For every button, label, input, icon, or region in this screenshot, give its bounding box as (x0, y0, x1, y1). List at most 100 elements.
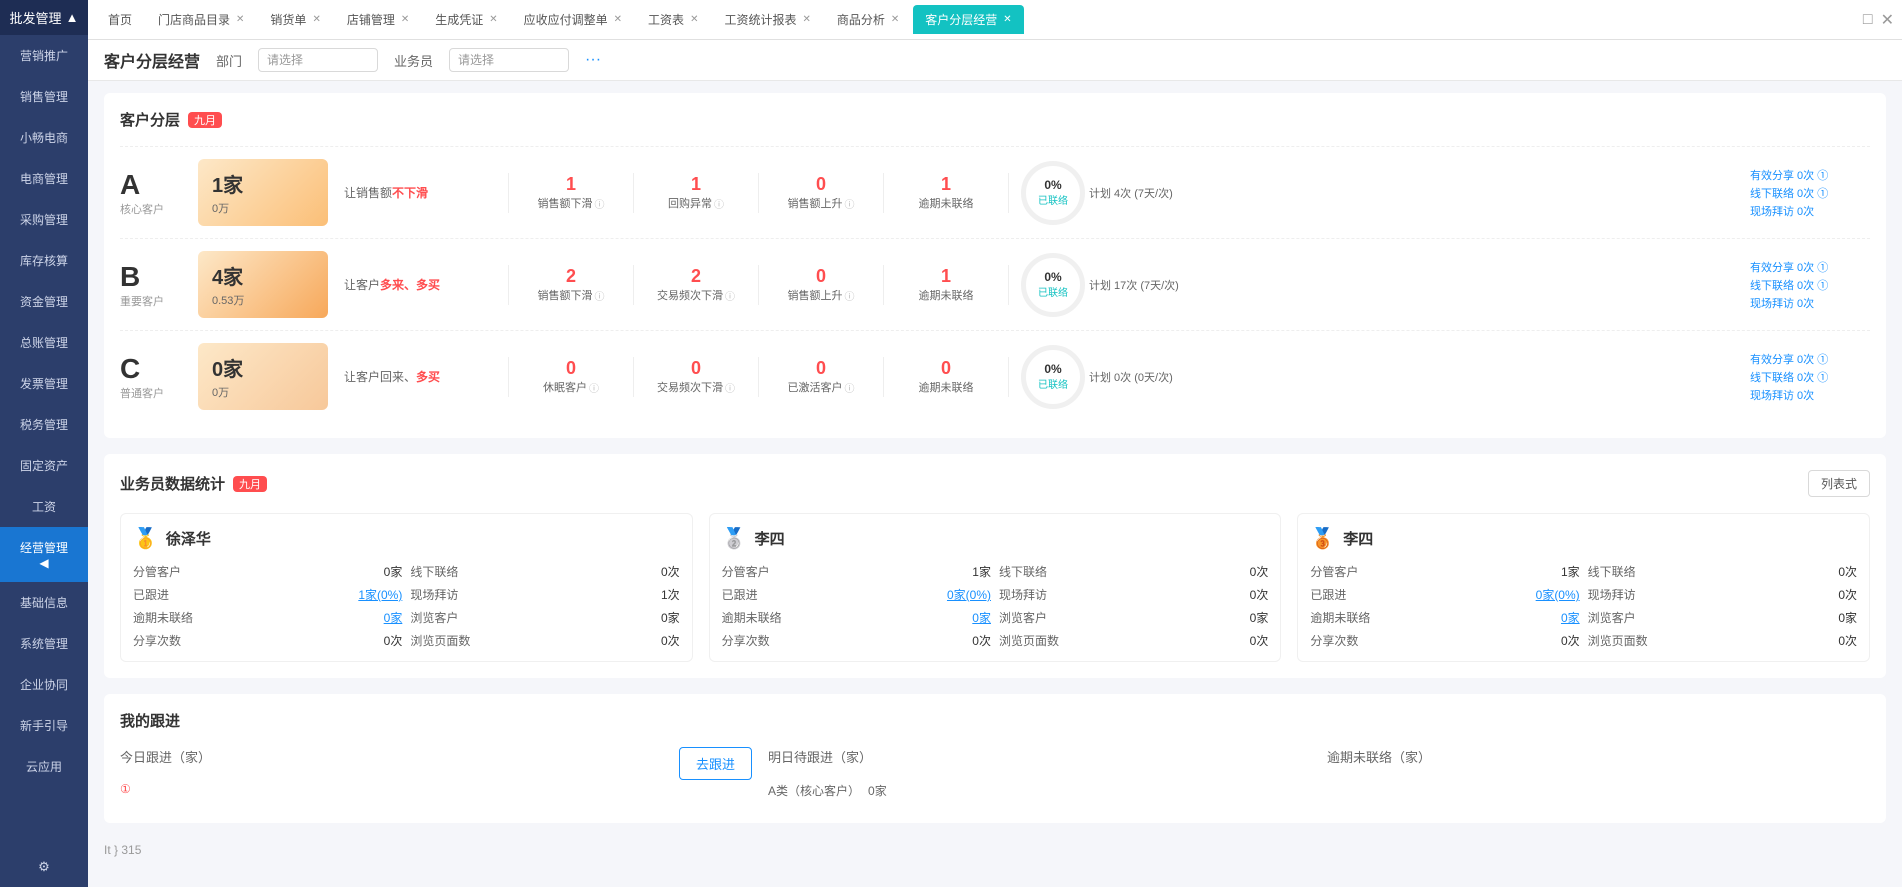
tab-voucher[interactable]: 生成凭证 ✕ (423, 5, 509, 34)
staff-2-stat-0: 分管客户 1家 (1310, 563, 1579, 580)
staff-card-1: 🥈 李四 分管客户 1家 线下联络 0次 已跟进 (709, 513, 1282, 662)
sidebar-item-dianshang[interactable]: 电商管理 (0, 158, 88, 199)
sidebar-item-xitong[interactable]: 系统管理 (0, 623, 88, 664)
tier-b-metric-1[interactable]: 2 交易频次下滑 ⓘ (646, 266, 746, 303)
staff-0-stat-3: 现场拜访 1次 (410, 586, 679, 603)
divider-c2 (633, 357, 634, 397)
divider-b1 (508, 265, 509, 305)
tab-store-close[interactable]: ✕ (401, 14, 409, 25)
tier-b-row: B 重要客户 4家 0.53万 让客户多来、多买 2 销售额下滑 ⓘ 2 (120, 238, 1870, 330)
staff-2-stat-2: 已跟进 0家(0%) (1310, 586, 1579, 603)
info-icon-c1[interactable]: ⓘ (725, 380, 735, 395)
list-view-button[interactable]: 列表式 (1808, 470, 1870, 497)
sidebar-item-gongzi[interactable]: 工资 (0, 486, 88, 527)
info-icon-a2[interactable]: ⓘ (845, 196, 855, 211)
maximize-icon[interactable]: □ (1863, 11, 1873, 29)
tab-receivable[interactable]: 应收应付调整单 ✕ (512, 5, 634, 34)
tab-payroll-close[interactable]: ✕ (690, 14, 698, 25)
tier-c-circle-area: 0% 已联络 计划 0次 (0天/次) (1021, 345, 1173, 409)
staff-2-stat-7: 浏览页面数 0次 (1588, 632, 1857, 649)
tier-c-metric-2[interactable]: 0 已激活客户 ⓘ (771, 358, 871, 395)
tab-sales[interactable]: 销货单 ✕ (258, 5, 332, 34)
department-select[interactable]: 请选择 (258, 48, 378, 72)
main-area: 首页 门店商品目录 ✕ 销货单 ✕ 店铺管理 ✕ 生成凭证 ✕ 应收应付调整单 … (88, 0, 1902, 887)
info-icon-b0[interactable]: ⓘ (595, 288, 605, 303)
sidebar-item-xinshou[interactable]: 新手引导 (0, 705, 88, 746)
sidebar-item-gudingzichan[interactable]: 固定资产 (0, 445, 88, 486)
tier-c-count-box[interactable]: 0家 0万 (198, 343, 328, 410)
sidebar-item-yun[interactable]: 云应用 (0, 746, 88, 787)
tab-sales-close[interactable]: ✕ (312, 14, 320, 25)
info-icon-a1[interactable]: ⓘ (714, 196, 724, 211)
info-icon-b1[interactable]: ⓘ (725, 288, 735, 303)
settings-button[interactable]: ⚙ (0, 847, 88, 887)
tab-goods-analysis[interactable]: 商品分析 ✕ (825, 5, 911, 34)
staff-grid: 🥇 徐泽华 分管客户 0家 线下联络 0次 已跟进 (120, 513, 1870, 662)
sidebar-item-xiaodian[interactable]: 小畅电商 (0, 117, 88, 158)
staff-0-stat-5: 浏览客户 0家 (410, 609, 679, 626)
tier-a-metric-2[interactable]: 0 销售额上升 ⓘ (771, 174, 871, 211)
tab-customer-mgmt-close[interactable]: ✕ (1003, 14, 1011, 25)
goto-followup-button[interactable]: 去跟进 (679, 747, 752, 780)
sidebar-top[interactable]: 批发管理 ▲ (0, 0, 88, 35)
customer-tier-section: 客户分层 九月 A 核心客户 1家 0万 让销售额不下滑 1 (104, 93, 1886, 438)
tab-voucher-close[interactable]: ✕ (489, 14, 497, 25)
sidebar-item-xiaoshou[interactable]: 销售管理 (0, 76, 88, 117)
tab-home[interactable]: 首页 (96, 5, 144, 34)
sidebar-item-yingxiao[interactable]: 营销推广 (0, 35, 88, 76)
followup-title: 我的跟进 (120, 710, 1870, 731)
tab-receivable-close[interactable]: ✕ (614, 14, 622, 25)
tab-payroll[interactable]: 工资表 ✕ (636, 5, 710, 34)
sidebar-item-jingying[interactable]: 经营管理 ◀ (0, 527, 88, 582)
tier-c-metric-3[interactable]: 0 逾期未联络 (896, 358, 996, 395)
staff-card-0: 🥇 徐泽华 分管客户 0家 线下联络 0次 已跟进 (120, 513, 693, 662)
tab-customer-mgmt[interactable]: 客户分层经营 ✕ (913, 5, 1023, 34)
today-followup-content: ① (120, 774, 663, 804)
info-icon-b2[interactable]: ⓘ (845, 288, 855, 303)
content-body: 客户分层 九月 A 核心客户 1家 0万 让销售额不下滑 1 (88, 81, 1902, 887)
tier-a-metric-1[interactable]: 1 回购异常 ⓘ (646, 174, 746, 211)
sidebar-item-zijin[interactable]: 资金管理 (0, 281, 88, 322)
sidebar-item-caigou[interactable]: 采购管理 (0, 199, 88, 240)
today-followup-title: 今日跟进（家） (120, 747, 663, 766)
divider-b3 (758, 265, 759, 305)
tier-c-metric-0[interactable]: 0 休眠客户 ⓘ (521, 358, 621, 395)
staff-2-medal: 🥉 (1310, 526, 1335, 551)
today-followup-box: 今日跟进（家） ① (120, 747, 663, 804)
tier-b-right-stats: 有效分享 0次 ① 线下联络 0次 ① 现场拜访 0次 (1750, 259, 1870, 311)
tier-b-metric-2[interactable]: 0 销售额上升 ⓘ (771, 266, 871, 303)
tier-b-metric-0[interactable]: 2 销售额下滑 ⓘ (521, 266, 621, 303)
tab-payroll-report-close[interactable]: ✕ (802, 14, 810, 25)
tier-a-metric-0[interactable]: 1 销售额下滑 ⓘ (521, 174, 621, 211)
info-icon-c2[interactable]: ⓘ (845, 380, 855, 395)
tab-products-close[interactable]: ✕ (236, 14, 244, 25)
tier-c-metric-1[interactable]: 0 交易频次下滑 ⓘ (646, 358, 746, 395)
tab-payroll-report[interactable]: 工资统计报表 ✕ (712, 5, 822, 34)
staff-month: 九月 (233, 476, 267, 492)
divider-b4 (883, 265, 884, 305)
tier-a-count-box[interactable]: 1家 0万 (198, 159, 328, 226)
info-icon-a0[interactable]: ⓘ (595, 196, 605, 211)
staff-select[interactable]: 请选择 (449, 48, 569, 72)
tab-products[interactable]: 门店商品目录 ✕ (146, 5, 256, 34)
tab-goods-analysis-close[interactable]: ✕ (891, 14, 899, 25)
divider-b2 (633, 265, 634, 305)
tab-store[interactable]: 店铺管理 ✕ (335, 5, 421, 34)
more-filters-icon[interactable]: ··· (585, 51, 601, 69)
divider-3 (758, 173, 759, 213)
tier-b-metric-3[interactable]: 1 逾期未联络 (896, 266, 996, 303)
sidebar-item-fapiao[interactable]: 发票管理 (0, 363, 88, 404)
tier-a-metric-3[interactable]: 1 逾期未联络 (896, 174, 996, 211)
sidebar-item-kucun[interactable]: 库存核算 (0, 240, 88, 281)
tier-b-count-box[interactable]: 4家 0.53万 (198, 251, 328, 318)
sidebar-item-shuiwu[interactable]: 税务管理 (0, 404, 88, 445)
tier-b-progress-circle: 0% 已联络 (1021, 253, 1085, 317)
info-icon-c0[interactable]: ⓘ (589, 380, 599, 395)
tomorrow-tier-row: A类（核心客户） 0家 (768, 774, 1311, 807)
sidebar-item-zongzhang[interactable]: 总账管理 (0, 322, 88, 363)
bottom-text: It } 315 (104, 839, 1886, 861)
tier-c-row: C 普通客户 0家 0万 让客户回来、多买 0 休眠客户 ⓘ 0 (120, 330, 1870, 422)
close-window-icon[interactable]: ✕ (1881, 10, 1894, 30)
sidebar-item-qiye[interactable]: 企业协同 (0, 664, 88, 705)
sidebar-item-jichu[interactable]: 基础信息 (0, 582, 88, 623)
